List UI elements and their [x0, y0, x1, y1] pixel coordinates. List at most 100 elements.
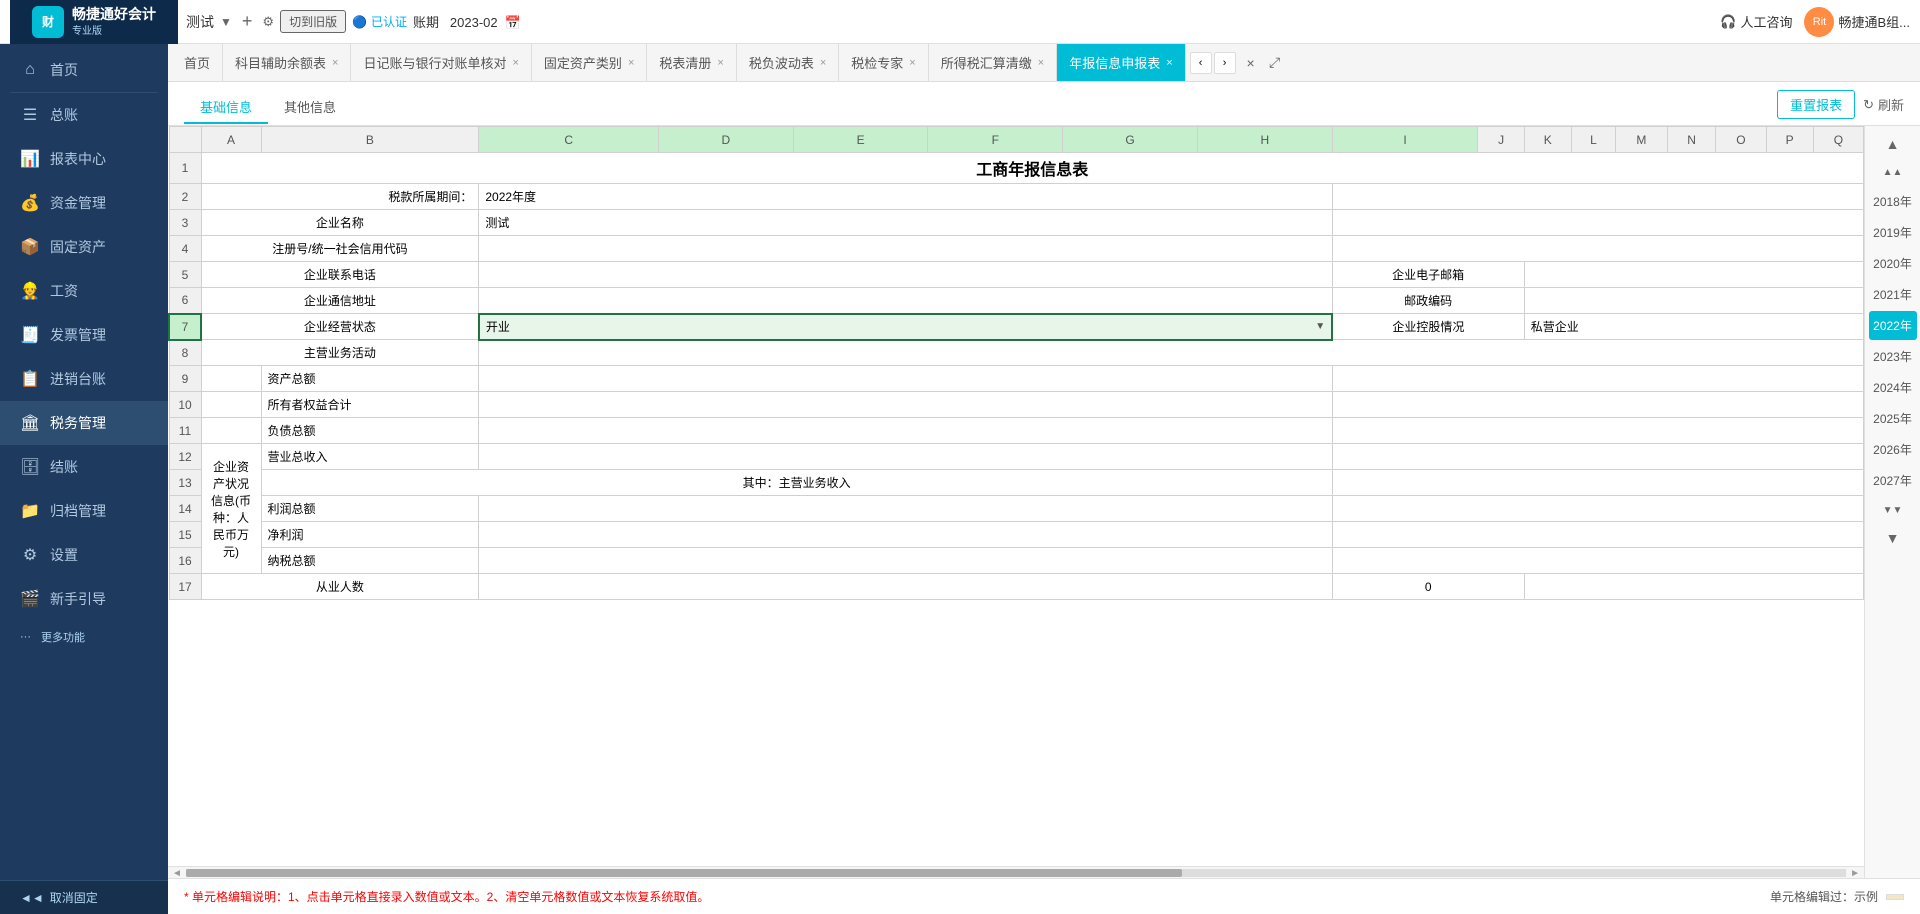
year-up-button[interactable]: ▲: [1879, 130, 1907, 158]
cell-b12: 营业总收入: [261, 444, 479, 470]
sub-tab-basic[interactable]: 基础信息: [184, 91, 268, 124]
pin-label: 取消固定: [50, 889, 98, 906]
cell-c4[interactable]: [479, 236, 1332, 262]
sidebar-item-label: 固定资产: [50, 237, 106, 257]
row-header: 13: [169, 470, 201, 496]
cell-c17[interactable]: [479, 574, 1332, 600]
spreadsheet-main: A B C D E F G H I J: [168, 126, 1864, 878]
sidebar-item-ledger[interactable]: ☰ 总账: [0, 93, 168, 137]
cell-c2[interactable]: 2022年度: [479, 184, 1332, 210]
year-2019[interactable]: 2019年: [1869, 218, 1917, 247]
sidebar-item-label: 总账: [50, 105, 78, 125]
cell-c15[interactable]: [479, 522, 1332, 548]
cell-c16[interactable]: [479, 548, 1332, 574]
sidebar-pin-toggle[interactable]: ◄◄ 取消固定: [0, 880, 168, 914]
tab-tax-expert[interactable]: 税检专家 ×: [839, 44, 928, 82]
sidebar-item-close[interactable]: 🗄 结账: [0, 445, 168, 489]
year-2026[interactable]: 2026年: [1869, 435, 1917, 464]
cell-c14[interactable]: [479, 496, 1332, 522]
dropdown-arrow-icon[interactable]: ▼: [220, 15, 232, 29]
cell-a9: [201, 366, 261, 392]
year-2025[interactable]: 2025年: [1869, 404, 1917, 433]
sidebar-item-label: 结账: [50, 457, 78, 477]
cell-j17[interactable]: 0: [1332, 574, 1524, 600]
tab-close-icon[interactable]: ×: [1038, 57, 1044, 69]
tab-close-icon[interactable]: ×: [717, 57, 723, 69]
cell-c9[interactable]: [479, 366, 1332, 392]
table-row: 8 主营业务活动: [169, 340, 1864, 366]
year-2023[interactable]: 2023年: [1869, 342, 1917, 371]
col-header-h: H: [1197, 127, 1332, 153]
year-2022[interactable]: 2022年: [1869, 311, 1917, 340]
cell-c12[interactable]: [479, 444, 1332, 470]
cell-j13[interactable]: [1332, 470, 1863, 496]
year-up2-button[interactable]: ▲▲: [1879, 158, 1907, 186]
sidebar-item-extra[interactable]: ··· 更多功能: [0, 621, 168, 653]
sidebar-item-assets[interactable]: 📦 固定资产: [0, 225, 168, 269]
sidebar-item-purchase[interactable]: 📋 进销台账: [0, 357, 168, 401]
col-header-i: I: [1332, 127, 1478, 153]
tab-next-button[interactable]: ›: [1214, 52, 1236, 74]
year-2024[interactable]: 2024年: [1869, 373, 1917, 402]
tab-home[interactable]: 首页: [172, 44, 223, 82]
tab-close-icon[interactable]: ×: [332, 57, 338, 69]
old-version-button[interactable]: 切到旧版: [280, 10, 346, 33]
cell-b14: 利润总额: [261, 496, 479, 522]
sidebar-item-payroll[interactable]: 👷 工资: [0, 269, 168, 313]
cell-c8[interactable]: [479, 340, 1864, 366]
tab-close-icon[interactable]: ×: [820, 57, 826, 69]
tab-close-icon[interactable]: ×: [909, 57, 915, 69]
add-tab-button[interactable]: +: [238, 11, 257, 32]
year-2018[interactable]: 2018年: [1869, 187, 1917, 216]
settings-icon[interactable]: ⚙: [262, 14, 274, 30]
year-down-button[interactable]: ▼: [1879, 524, 1907, 552]
col-header-b: B: [261, 127, 479, 153]
cell-c3[interactable]: 测试: [479, 210, 1332, 236]
tab-prev-button[interactable]: ‹: [1190, 52, 1212, 74]
horizontal-scrollbar[interactable]: ◄ ►: [168, 866, 1864, 878]
sidebar-item-invoice[interactable]: 🧾 发票管理: [0, 313, 168, 357]
cell-l6[interactable]: [1524, 288, 1863, 314]
sidebar-item-tax[interactable]: 🏛 税务管理: [0, 401, 168, 445]
tab-close-icon[interactable]: ×: [512, 57, 518, 69]
extra-icon: ···: [20, 631, 31, 643]
year-2021[interactable]: 2021年: [1869, 280, 1917, 309]
year-2027[interactable]: 2027年: [1869, 466, 1917, 495]
sheet-title-cell[interactable]: 工商年报信息表: [201, 153, 1864, 184]
sidebar-item-archive[interactable]: 📁 归档管理: [0, 489, 168, 533]
logo-text-block: 畅捷通好会计 专业版: [72, 6, 156, 38]
support-button[interactable]: 🎧 人工咨询: [1720, 12, 1792, 31]
refresh-button[interactable]: ↻ 刷新: [1863, 95, 1904, 114]
tab-close-icon[interactable]: ×: [628, 57, 634, 69]
tab-annual-report[interactable]: 年报信息申报表 ×: [1057, 44, 1185, 82]
sidebar-item-reports[interactable]: 📊 报表中心: [0, 137, 168, 181]
tab-fixed-asset-cat[interactable]: 固定资产类别 ×: [532, 44, 647, 82]
cell-l5[interactable]: [1524, 262, 1863, 288]
cell-c11[interactable]: [479, 418, 1332, 444]
cell-c7[interactable]: 开业 ▼: [479, 314, 1332, 340]
sidebar-item-home[interactable]: ⌂ 首页: [0, 48, 168, 92]
year-down2-button[interactable]: ▼▼: [1879, 496, 1907, 524]
sidebar-item-guide[interactable]: 🎬 新手引导: [0, 577, 168, 621]
tab-auxiliary[interactable]: 科目辅助余额表 ×: [223, 44, 351, 82]
sidebar-item-funds[interactable]: 💰 资金管理: [0, 181, 168, 225]
tab-tax-table[interactable]: 税表清册 ×: [647, 44, 736, 82]
tab-expand-button[interactable]: ⤢: [1264, 52, 1286, 74]
tab-tax-fluctuation[interactable]: 税负波动表 ×: [737, 44, 839, 82]
tab-income-tax[interactable]: 所得税汇算清缴 ×: [929, 44, 1057, 82]
sidebar-item-settings[interactable]: ⚙ 设置: [0, 533, 168, 577]
cell-c5[interactable]: [479, 262, 1332, 288]
tab-bank[interactable]: 日记账与银行对账单核对 ×: [351, 44, 531, 82]
sub-tab-other[interactable]: 其他信息: [268, 91, 352, 124]
cell-l7[interactable]: 私营企业: [1524, 314, 1863, 340]
logo-sub: 专业版: [72, 22, 156, 37]
tab-nav-arrows: ‹ › × ⤢: [1190, 52, 1286, 74]
tab-close-all-button[interactable]: ×: [1240, 52, 1262, 74]
year-2020[interactable]: 2020年: [1869, 249, 1917, 278]
user-menu[interactable]: Rit 畅捷通B组...: [1804, 7, 1910, 37]
reset-button[interactable]: 重置报表: [1777, 90, 1855, 119]
spreadsheet-scroll[interactable]: A B C D E F G H I J: [168, 126, 1864, 866]
cell-c10[interactable]: [479, 392, 1332, 418]
cell-c6[interactable]: [479, 288, 1332, 314]
tab-close-icon[interactable]: ×: [1166, 57, 1172, 69]
